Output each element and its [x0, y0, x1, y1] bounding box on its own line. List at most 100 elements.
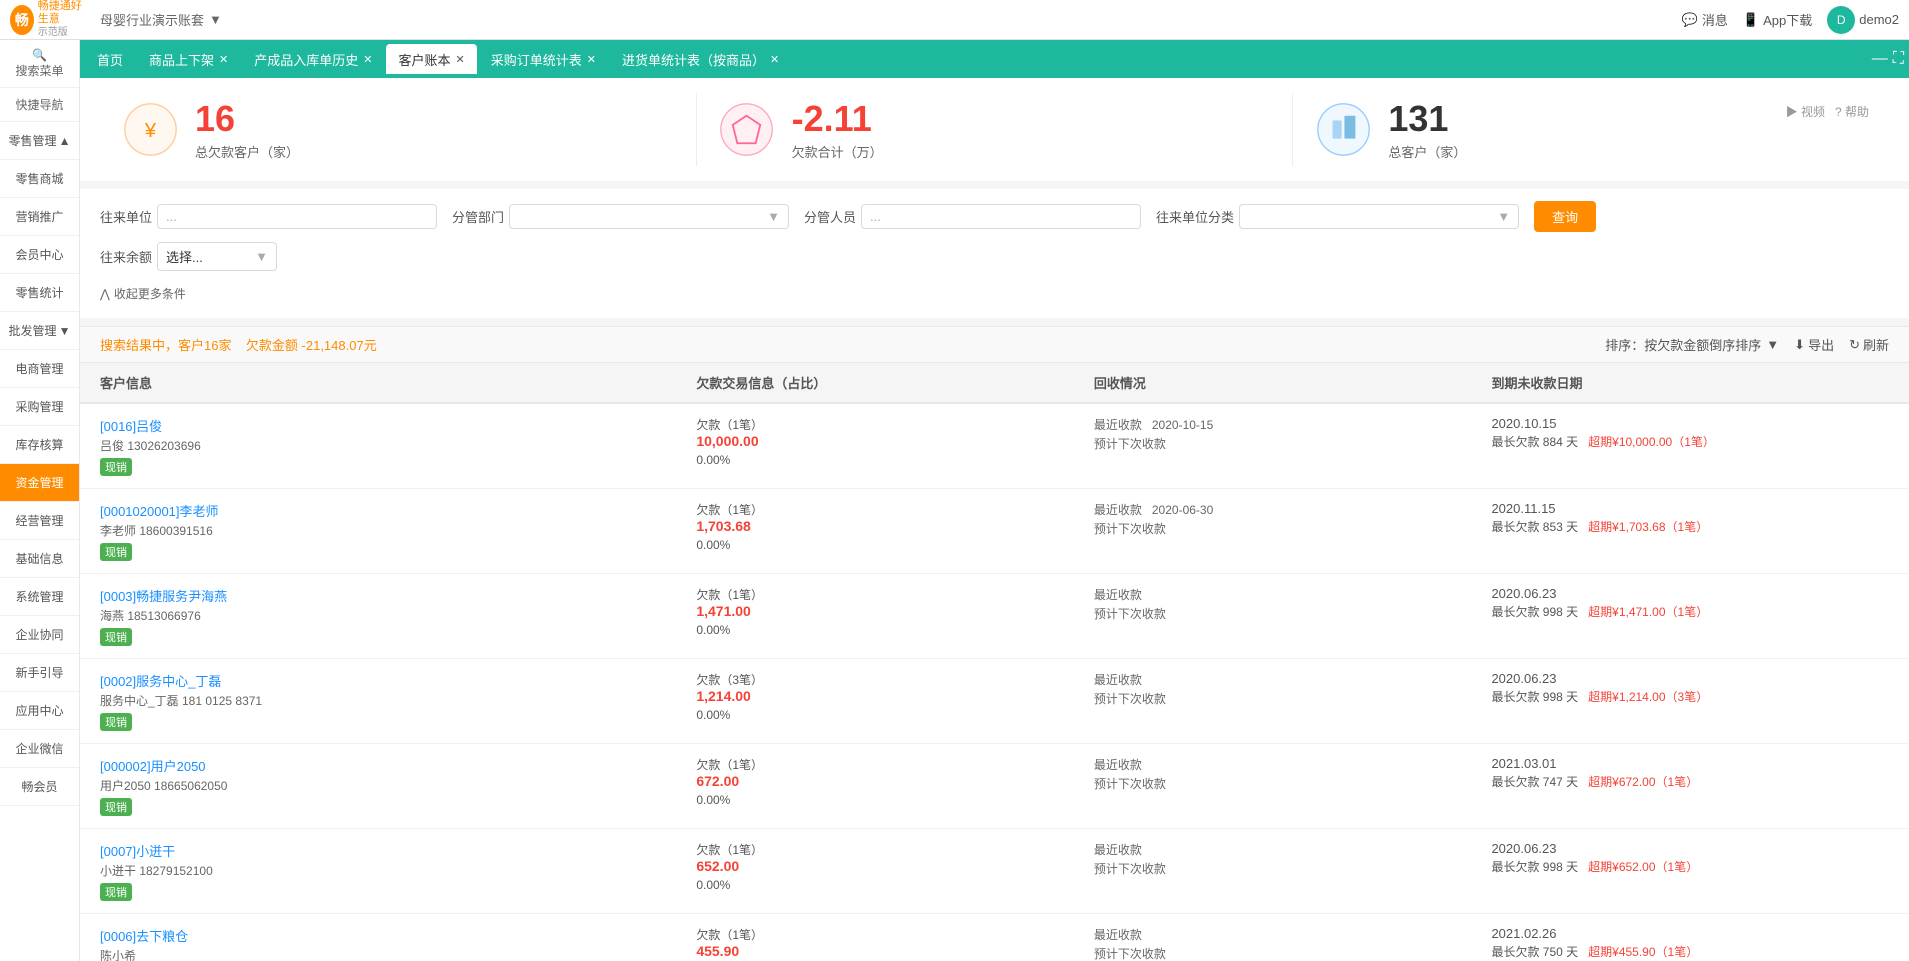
tab-product-off[interactable]: 商品上下架 ✕: [137, 44, 240, 74]
export-btn[interactable]: ⬇ 导出: [1794, 335, 1834, 354]
debt-amount-000002[interactable]: 672.00: [696, 773, 1094, 789]
results-actions: 排序：按欠款金额倒序排序 ▼ ⬇ 导出 ↻ 刷新: [1605, 335, 1889, 354]
sidebar-item-retail-mall[interactable]: 零售商城: [0, 160, 79, 198]
query-button[interactable]: 查询: [1534, 201, 1596, 232]
tab-purchase-stats[interactable]: 采购订单统计表 ✕: [479, 44, 608, 74]
customer-name-0016[interactable]: [0016]吕俊: [100, 416, 696, 435]
sidebar-item-batch-mgmt[interactable]: 批发管理 ▼: [0, 312, 79, 350]
collection-info-0002: 最近收款 预计下次收款: [1094, 671, 1492, 731]
debt-amount-0006[interactable]: 455.90: [696, 943, 1094, 959]
results-sort[interactable]: 排序：按欠款金额倒序排序 ▼: [1605, 335, 1779, 354]
tab-bar: 首页 商品上下架 ✕ 产成品入库单历史 ✕ 客户账本 ✕ 采购订单统计表 ✕ 进…: [80, 40, 1909, 78]
sidebar-item-retail-mgmt[interactable]: 零售管理 ▲: [0, 122, 79, 160]
customer-tag-0007: 现销: [100, 883, 132, 901]
customer-name-0006[interactable]: [0006]去下粮仓: [100, 926, 696, 945]
sidebar-search[interactable]: 🔍 搜索菜单: [0, 40, 79, 88]
tab-purchase-detail[interactable]: 进货单统计表（按商品） ✕: [610, 44, 791, 74]
unit-cat-select[interactable]: ▼: [1239, 204, 1519, 229]
sidebar-quick-nav[interactable]: 快捷导航: [0, 88, 79, 122]
due-info-0006: 2021.02.26 最长欠款 750 天 超期¥455.90（1笔）: [1491, 926, 1889, 961]
stat-info-3: 131 总客户（家）: [1388, 98, 1466, 161]
help-btn[interactable]: ? 帮助: [1835, 103, 1869, 120]
sidebar-item-basic[interactable]: 基础信息: [0, 540, 79, 578]
customer-name-0003[interactable]: [0003]畅捷服务尹海燕: [100, 586, 696, 605]
last-collect-0003: 最近收款: [1094, 586, 1492, 603]
tab-maximize-btn[interactable]: ⛶: [1893, 50, 1904, 68]
debt-amount-0007[interactable]: 652.00: [696, 858, 1094, 874]
customer-name-0002[interactable]: [0002]服务中心_丁磊: [100, 671, 696, 690]
debt-amount-0002[interactable]: 1,214.00: [696, 688, 1094, 704]
sidebar-item-inventory[interactable]: 库存核算: [0, 426, 79, 464]
balance-arrow: ▼: [255, 249, 268, 264]
tab-product-off-label: 商品上下架: [149, 50, 214, 69]
tab-minimize-btn[interactable]: —: [1872, 50, 1888, 68]
sidebar-item-label-stats: 零售统计: [15, 286, 63, 300]
sidebar-item-ops[interactable]: 经营管理: [0, 502, 79, 540]
sidebar-item-label-capital: 资金管理: [15, 476, 63, 490]
customer-name-0007[interactable]: [0007]小迸干: [100, 841, 696, 860]
person-input[interactable]: ...: [861, 204, 1141, 229]
overdue-link-0006[interactable]: 超期¥455.90（1笔）: [1588, 945, 1698, 959]
overdue-link-0016[interactable]: 超期¥10,000.00（1笔）: [1588, 435, 1715, 449]
message-btn[interactable]: 💬 消息: [1682, 10, 1728, 29]
debt-amount-0016[interactable]: 10,000.00: [696, 433, 1094, 449]
sidebar-item-label-inventory: 库存核算: [15, 438, 63, 452]
tab-close-product-history[interactable]: ✕: [363, 53, 372, 66]
next-collect-0002: 预计下次收款: [1094, 690, 1492, 707]
sidebar-item-system[interactable]: 系统管理: [0, 578, 79, 616]
refresh-btn[interactable]: ↻ 刷新: [1849, 335, 1889, 354]
overdue-days-0003: 最长欠款 998 天 超期¥1,471.00（1笔）: [1491, 603, 1889, 620]
overdue-link-00010200001[interactable]: 超期¥1,703.68（1笔）: [1588, 520, 1708, 534]
sort-label: 排序：按欠款金额倒序排序: [1605, 335, 1761, 354]
sidebar-item-enterprise[interactable]: 企业协同: [0, 616, 79, 654]
sidebar-item-label-basic: 基础信息: [15, 552, 63, 566]
sidebar-item-vip[interactable]: 畅会员: [0, 768, 79, 806]
debt-info-0003: 欠款（1笔） 1,471.00 0.00%: [696, 586, 1094, 646]
results-amount: 欠款金额 -21,148.07元: [246, 338, 377, 353]
debt-amount-00010200001[interactable]: 1,703.68: [696, 518, 1094, 534]
customer-name-000002[interactable]: [000002]用户2050: [100, 756, 696, 775]
sidebar-item-marketing[interactable]: 营销推广: [0, 198, 79, 236]
debt-count-0016: 欠款（1笔）: [696, 416, 1094, 433]
balance-select[interactable]: 选择... ▼: [157, 242, 277, 271]
person-dots: ...: [870, 209, 881, 224]
filter-source-unit: 往来单位 ...: [100, 204, 437, 229]
sidebar-item-enterprise-wx[interactable]: 企业微信: [0, 730, 79, 768]
customer-name-00010200001[interactable]: [0001020001]李老师: [100, 501, 696, 520]
dept-select[interactable]: ▼: [509, 204, 789, 229]
collapse-button[interactable]: ⋀ 收起更多条件: [100, 281, 1889, 306]
sidebar-item-member[interactable]: 会员中心: [0, 236, 79, 274]
due-info-00010200001: 2020.11.15 最长欠款 853 天 超期¥1,703.68（1笔）: [1491, 501, 1889, 561]
last-collect-00010200001: 最近收款 2020-06-30: [1094, 501, 1492, 518]
sidebar-item-purchase-mgmt[interactable]: 采购管理: [0, 388, 79, 426]
video-btn[interactable]: ▶ 视频: [1786, 103, 1825, 120]
sidebar-item-ecom-mgmt[interactable]: 电商管理: [0, 350, 79, 388]
due-info-0007: 2020.06.23 最长欠款 998 天 超期¥652.00（1笔）: [1491, 841, 1889, 901]
overdue-link-000002[interactable]: 超期¥672.00（1笔）: [1588, 775, 1698, 789]
debt-count-0007: 欠款（1笔）: [696, 841, 1094, 858]
tab-close-product-off[interactable]: ✕: [219, 53, 228, 66]
sidebar-item-label-batch: 批发管理: [9, 322, 57, 339]
unit-cat-arrow: ▼: [1497, 209, 1510, 224]
tab-home[interactable]: 首页: [85, 44, 135, 74]
overdue-link-0003[interactable]: 超期¥1,471.00（1笔）: [1588, 605, 1708, 619]
user-profile[interactable]: D demo2: [1827, 6, 1899, 34]
overdue-link-0002[interactable]: 超期¥1,214.00（3笔）: [1588, 690, 1708, 704]
sidebar-item-retail-stats[interactable]: 零售统计: [0, 274, 79, 312]
collapse-label: 收起更多条件: [114, 285, 186, 302]
app-download-btn[interactable]: 📱 App下载: [1743, 10, 1812, 29]
tab-close-purchase-stats[interactable]: ✕: [587, 53, 596, 66]
sidebar-item-capital[interactable]: 资金管理: [0, 464, 79, 502]
tab-close-purchase-detail[interactable]: ✕: [770, 53, 779, 66]
sidebar-item-guide[interactable]: 新手引导: [0, 654, 79, 692]
tab-product-history[interactable]: 产成品入库单历史 ✕: [242, 44, 384, 74]
company-selector[interactable]: 母婴行业演示账套 ▼: [100, 10, 1682, 29]
stat-info-2: -2.11 欠款合计（万）: [792, 98, 883, 161]
source-unit-input[interactable]: ...: [157, 204, 437, 229]
overdue-link-0007[interactable]: 超期¥652.00（1笔）: [1588, 860, 1698, 874]
debt-amount-0003[interactable]: 1,471.00: [696, 603, 1094, 619]
sidebar-item-app-center[interactable]: 应用中心: [0, 692, 79, 730]
tab-customer-account[interactable]: 客户账本 ✕: [386, 44, 476, 74]
tab-close-customer-account[interactable]: ✕: [456, 53, 465, 66]
results-info: 搜索结果中，客户16家 欠款金额 -21,148.07元: [100, 335, 377, 354]
